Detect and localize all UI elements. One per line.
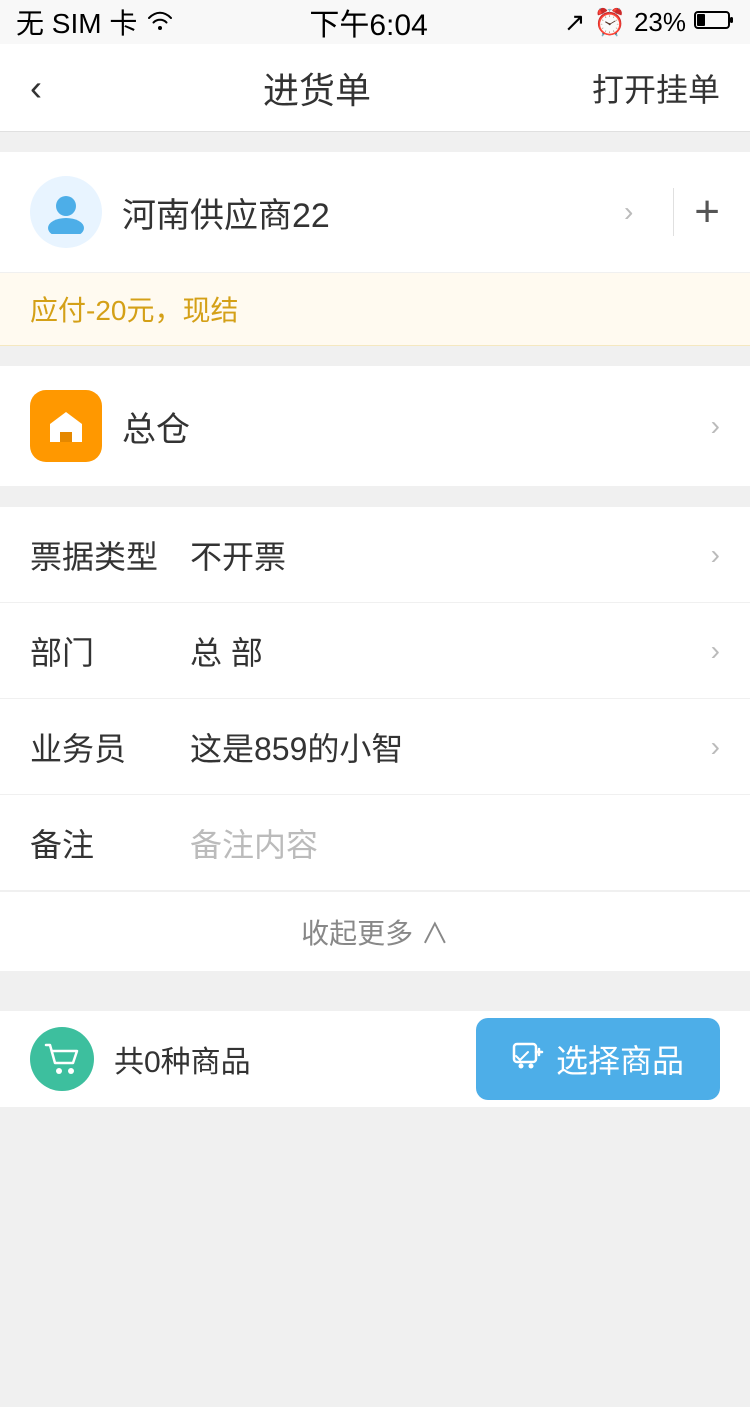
department-label: 部门 <box>30 628 170 674</box>
battery-icon <box>694 7 734 38</box>
wifi-icon <box>147 6 173 38</box>
select-product-button[interactable]: 选择商品 <box>476 1018 720 1100</box>
supplier-avatar <box>30 176 102 248</box>
product-section: 共0种商品 选择商品 <box>0 1011 750 1107</box>
carrier-label: 无 SIM 卡 <box>16 2 137 42</box>
supplier-notice: 应付-20元，现结 <box>0 273 750 346</box>
supplier-row[interactable]: 河南供应商22 › + <box>0 152 750 273</box>
select-product-label: 选择商品 <box>556 1036 684 1082</box>
salesperson-row[interactable]: 业务员 这是859的小智 › <box>0 699 750 795</box>
department-value: 总 部 <box>170 628 711 674</box>
salesperson-arrow-icon: › <box>711 731 720 763</box>
battery-label: 23% <box>634 7 686 38</box>
invoice-type-row[interactable]: 票据类型 不开票 › <box>0 507 750 603</box>
warehouse-row[interactable]: 总仓 › <box>0 366 750 487</box>
back-button[interactable]: ‹ <box>30 67 42 109</box>
nav-bar: ‹ 进货单 打开挂单 <box>0 44 750 132</box>
collapse-row[interactable]: 收起更多 ∧ <box>0 891 750 971</box>
remark-input[interactable]: 备注内容 <box>170 820 720 866</box>
select-product-icon <box>512 1041 546 1078</box>
warehouse-name: 总仓 <box>122 402 711 451</box>
department-arrow-icon: › <box>711 635 720 667</box>
invoice-type-arrow-icon: › <box>711 539 720 571</box>
gap-2 <box>0 346 750 366</box>
salesperson-value: 这是859的小智 <box>170 724 711 770</box>
alarm-icon: ⏰ <box>594 7 626 38</box>
warehouse-section: 总仓 › <box>0 366 750 487</box>
invoice-type-label: 票据类型 <box>30 532 170 578</box>
gray-bottom <box>0 1107 750 1407</box>
supplier-section: 河南供应商22 › + 应付-20元，现结 <box>0 152 750 346</box>
invoice-type-value: 不开票 <box>170 532 711 578</box>
supplier-arrow-icon: › <box>624 196 633 228</box>
remark-row[interactable]: 备注 备注内容 <box>0 795 750 891</box>
open-pending-button[interactable]: 打开挂单 <box>592 65 720 111</box>
status-bar: 无 SIM 卡 下午6:04 ↗ ⏰ 23% <box>0 0 750 44</box>
product-count-label: 共0种商品 <box>114 1037 476 1081</box>
gap-4 <box>0 971 750 991</box>
product-cart-icon <box>30 1027 94 1091</box>
status-left: 无 SIM 卡 <box>16 2 173 42</box>
warehouse-icon <box>30 390 102 462</box>
location-icon: ↗ <box>564 7 586 38</box>
status-time: 下午6:04 <box>309 0 427 44</box>
supplier-name: 河南供应商22 <box>122 188 624 237</box>
form-section: 票据类型 不开票 › 部门 总 部 › 业务员 这是859的小智 › 备注 备注… <box>0 507 750 971</box>
department-row[interactable]: 部门 总 部 › <box>0 603 750 699</box>
remark-label: 备注 <box>30 820 170 866</box>
page-title: 进货单 <box>263 62 371 114</box>
collapse-label: 收起更多 ∧ <box>301 912 449 952</box>
warehouse-arrow-icon: › <box>711 410 720 442</box>
gap-3 <box>0 487 750 507</box>
add-supplier-button[interactable]: + <box>694 190 720 234</box>
divider <box>673 188 674 236</box>
status-right: ↗ ⏰ 23% <box>564 7 734 38</box>
gap-1 <box>0 132 750 152</box>
salesperson-label: 业务员 <box>30 724 170 770</box>
